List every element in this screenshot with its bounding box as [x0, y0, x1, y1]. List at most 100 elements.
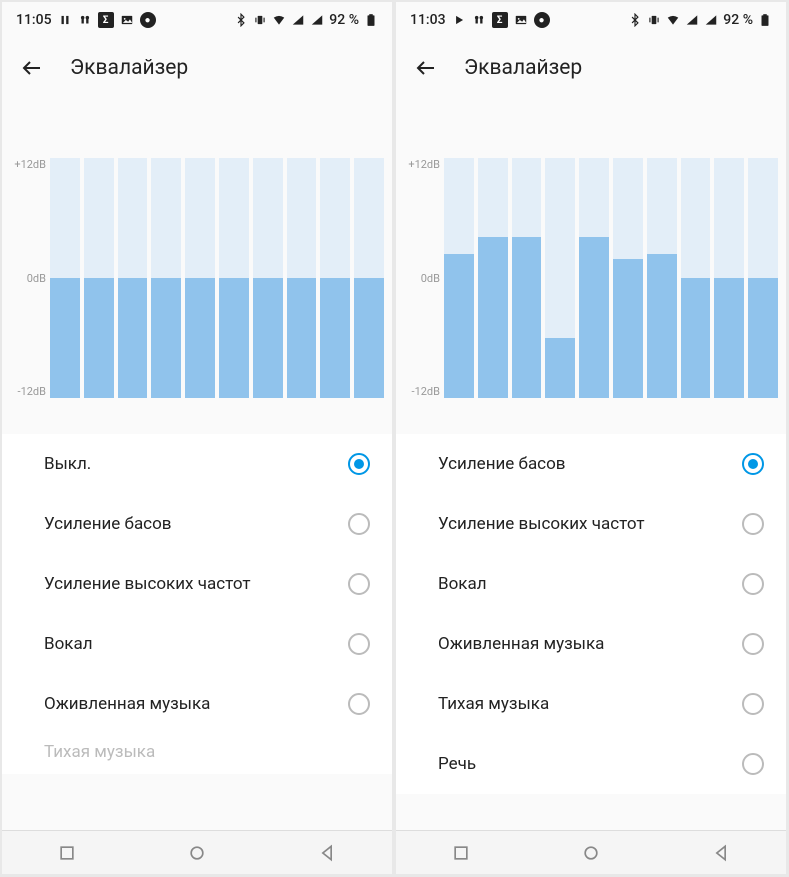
- preset-label: Усиление басов: [44, 514, 172, 534]
- eq-bar[interactable]: [545, 158, 575, 398]
- eq-bar[interactable]: [118, 158, 148, 398]
- nav-back[interactable]: [711, 843, 731, 863]
- preset-label: Вокал: [438, 574, 487, 594]
- radio-icon[interactable]: [742, 453, 764, 475]
- radio-icon[interactable]: [742, 573, 764, 595]
- radio-icon[interactable]: [348, 693, 370, 715]
- eq-bar[interactable]: [320, 158, 350, 398]
- radio-icon[interactable]: [742, 513, 764, 535]
- eq-bar[interactable]: [512, 158, 542, 398]
- eq-bar[interactable]: [647, 158, 677, 398]
- nav-recent[interactable]: [451, 843, 471, 863]
- back-button[interactable]: [412, 54, 440, 82]
- preset-option[interactable]: Усиление высоких частот: [396, 494, 786, 554]
- preset-label: Вокал: [44, 634, 93, 654]
- status-bar: 11:05 Σ ● 92 %: [2, 2, 392, 38]
- preset-label: Оживленная музыка: [44, 694, 210, 714]
- preset-option[interactable]: Оживленная музыка: [2, 674, 392, 734]
- notif-icon: [472, 13, 486, 27]
- preset-cut[interactable]: Тихая музыка: [2, 734, 392, 774]
- preset-option[interactable]: Тихая музыка: [396, 674, 786, 734]
- radio-icon[interactable]: [348, 633, 370, 655]
- preset-list: Усиление басов Усиление высоких частот Вок…: [396, 434, 786, 794]
- wifi-icon: [272, 13, 286, 27]
- nav-home[interactable]: [581, 843, 601, 863]
- preset-label: Тихая музыка: [438, 694, 549, 714]
- eq-bar[interactable]: [681, 158, 711, 398]
- eq-bar[interactable]: [613, 158, 643, 398]
- signal2-icon: [310, 13, 324, 27]
- eq-bar[interactable]: [50, 158, 80, 398]
- preset-option[interactable]: Речь: [396, 734, 786, 794]
- nav-recent[interactable]: [57, 843, 77, 863]
- eq-bar[interactable]: [444, 158, 474, 398]
- app-icon-e: Σ: [492, 12, 508, 28]
- status-time: 11:05: [16, 12, 52, 28]
- eq-bar[interactable]: [287, 158, 317, 398]
- signal-icon: [685, 13, 699, 27]
- preset-option[interactable]: Усиление басов: [396, 434, 786, 494]
- preset-option[interactable]: Вокал: [396, 554, 786, 614]
- play-icon: [452, 13, 466, 27]
- app-icon-o: ●: [140, 12, 156, 28]
- page-title: Эквалайзер: [70, 56, 188, 80]
- eq-bar[interactable]: [185, 158, 215, 398]
- preset-label: Усиление высоких частот: [438, 514, 645, 534]
- phone-right: 11:03 Σ ● 92 % Эквалайзер +12dB 0dB: [396, 2, 786, 874]
- y-axis-labels: +12dB 0dB -12dB: [10, 158, 50, 398]
- eq-bars[interactable]: [444, 158, 778, 398]
- wifi-icon: [666, 13, 680, 27]
- preset-option[interactable]: Усиление высоких частот: [2, 554, 392, 614]
- eq-bar[interactable]: [84, 158, 114, 398]
- preset-label: Усиление высоких частот: [44, 574, 251, 594]
- preset-label: Усиление басов: [438, 454, 566, 474]
- preset-option[interactable]: Выкл.: [2, 434, 392, 494]
- eq-bar[interactable]: [354, 158, 384, 398]
- preset-option[interactable]: Оживленная музыка: [396, 614, 786, 674]
- preset-label: Речь: [438, 754, 476, 774]
- eq-bar[interactable]: [253, 158, 283, 398]
- signal-icon: [291, 13, 305, 27]
- vibrate-icon: [253, 13, 267, 27]
- nav-bar: [2, 830, 392, 874]
- eq-bar[interactable]: [579, 158, 609, 398]
- nav-home[interactable]: [187, 843, 207, 863]
- back-button[interactable]: [18, 54, 46, 82]
- eq-bar[interactable]: [714, 158, 744, 398]
- radio-icon[interactable]: [742, 753, 764, 775]
- vibrate-icon: [647, 13, 661, 27]
- bluetooth-icon: [628, 13, 642, 27]
- status-bar: 11:03 Σ ● 92 %: [396, 2, 786, 38]
- phone-left: 11:05 Σ ● 92 % Эквалайзер +12dB 0dB: [2, 2, 392, 874]
- preset-label: Выкл.: [44, 454, 91, 474]
- battery-icon: [758, 13, 772, 27]
- signal2-icon: [704, 13, 718, 27]
- preset-option[interactable]: Вокал: [2, 614, 392, 674]
- equalizer-chart: +12dB 0dB -12dB: [396, 98, 786, 428]
- radio-icon[interactable]: [742, 693, 764, 715]
- image-icon: [120, 13, 134, 27]
- bluetooth-icon: [234, 13, 248, 27]
- eq-bar[interactable]: [151, 158, 181, 398]
- status-time: 11:03: [410, 12, 446, 28]
- header: Эквалайзер: [396, 38, 786, 98]
- eq-bars[interactable]: [50, 158, 384, 398]
- equalizer-chart: +12dB 0dB -12dB: [2, 98, 392, 428]
- eq-bar[interactable]: [748, 158, 778, 398]
- battery-icon: [364, 13, 378, 27]
- eq-bar[interactable]: [478, 158, 508, 398]
- radio-icon[interactable]: [348, 573, 370, 595]
- preset-list: Выкл. Усиление басов Усиление высоких част…: [2, 434, 392, 734]
- app-icon-e: Σ: [98, 12, 114, 28]
- eq-bar[interactable]: [219, 158, 249, 398]
- header: Эквалайзер: [2, 38, 392, 98]
- nav-back[interactable]: [317, 843, 337, 863]
- battery-text: 92 %: [329, 12, 359, 28]
- nav-bar: [396, 830, 786, 874]
- radio-icon[interactable]: [742, 633, 764, 655]
- radio-icon[interactable]: [348, 513, 370, 535]
- y-axis-labels: +12dB 0dB -12dB: [404, 158, 444, 398]
- radio-icon[interactable]: [348, 453, 370, 475]
- preset-option[interactable]: Усиление басов: [2, 494, 392, 554]
- app-icon-o: ●: [534, 12, 550, 28]
